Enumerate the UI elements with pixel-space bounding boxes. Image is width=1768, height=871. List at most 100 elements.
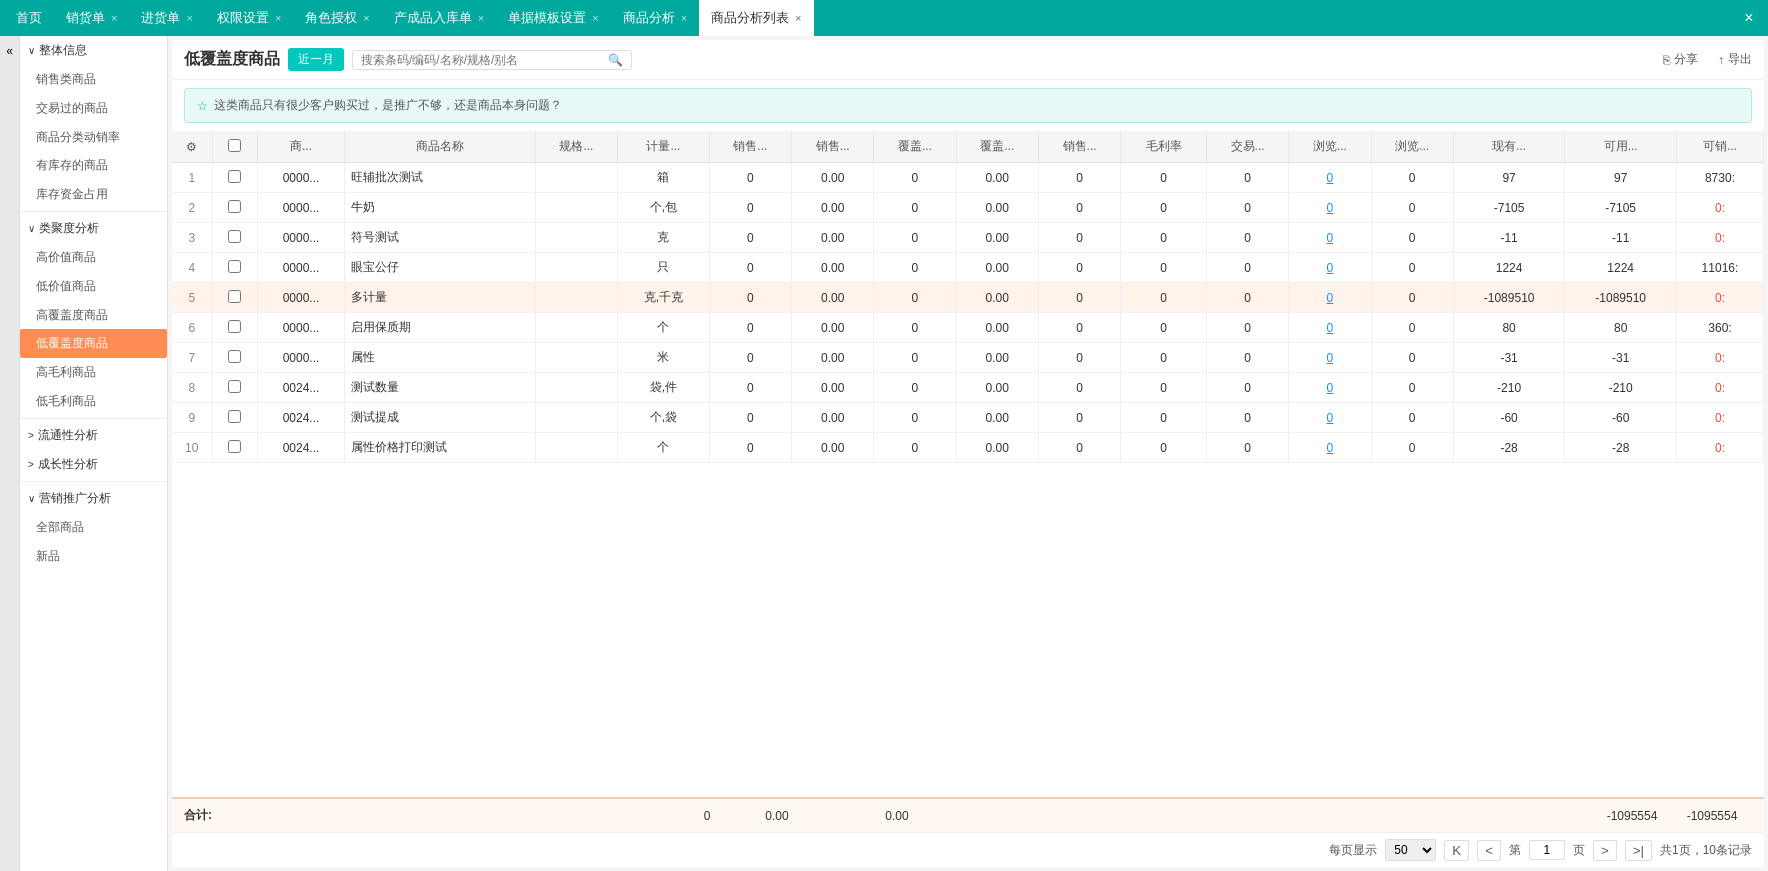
close-goods-analysis-icon[interactable]: × <box>681 12 687 24</box>
first-page-button[interactable]: K <box>1444 840 1469 861</box>
row-checkbox[interactable] <box>212 343 258 373</box>
sidebar-group-cluster[interactable]: ∨ 类聚度分析 <box>20 214 167 243</box>
sidebar-group-overview[interactable]: ∨ 整体信息 <box>20 36 167 65</box>
nav-item-role[interactable]: 角色授权 × <box>293 0 381 36</box>
row-code: 0000... <box>258 313 345 343</box>
nav-item-goods-analysis-list[interactable]: 商品分析列表 × <box>699 0 813 36</box>
row-saleable: 360: <box>1676 313 1763 343</box>
sidebar-item-high-coverage[interactable]: 高覆盖度商品 <box>20 301 167 330</box>
row-name: 旺辅批次测试 <box>345 163 536 193</box>
nav-item-sales[interactable]: 销货单 × <box>54 0 129 36</box>
sidebar-item-low-coverage[interactable]: 低覆盖度商品 <box>20 329 167 358</box>
row-cover1: 0 <box>874 193 956 223</box>
select-all-checkbox[interactable] <box>228 139 241 152</box>
col-sales-amt: 销售... <box>792 131 874 163</box>
table-row: 10 0024... 属性价格打印测试 个 0 0.00 0 0.00 0 0 … <box>172 433 1764 463</box>
row-checkbox[interactable] <box>212 433 258 463</box>
sidebar-item-traded-goods[interactable]: 交易过的商品 <box>20 94 167 123</box>
row-browse2: 0 <box>1371 163 1453 193</box>
search-box: 🔍 <box>352 50 632 70</box>
row-unit: 米 <box>618 343 710 373</box>
row-browse1[interactable]: 0 <box>1289 403 1371 433</box>
row-name: 眼宝公仔 <box>345 253 536 283</box>
row-browse1[interactable]: 0 <box>1289 433 1371 463</box>
row-num: 1 <box>172 163 212 193</box>
sidebar: ∨ 整体信息 销售类商品 交易过的商品 商品分类动销率 有库存的商品 库存资金占… <box>20 36 168 871</box>
row-browse1[interactable]: 0 <box>1289 313 1371 343</box>
row-checkbox[interactable] <box>212 313 258 343</box>
nav-item-home[interactable]: 首页 <box>4 0 54 36</box>
last-page-button[interactable]: >| <box>1625 840 1652 861</box>
nav-item-goods-analysis[interactable]: 商品分析 × <box>611 0 699 36</box>
page-title: 低覆盖度商品 <box>184 49 280 70</box>
filter-button[interactable]: 近一月 <box>288 48 344 71</box>
nav-item-production[interactable]: 产成品入库单 × <box>382 0 496 36</box>
row-checkbox[interactable] <box>212 403 258 433</box>
close-goods-list-icon[interactable]: × <box>795 12 801 24</box>
nav-item-permission[interactable]: 权限设置 × <box>205 0 293 36</box>
sidebar-item-sales-goods[interactable]: 销售类商品 <box>20 65 167 94</box>
row-checkbox[interactable] <box>212 193 258 223</box>
row-cover2: 0.00 <box>956 373 1038 403</box>
sidebar-item-new-goods[interactable]: 新品 <box>20 542 167 571</box>
search-icon[interactable]: 🔍 <box>608 53 623 67</box>
close-template-icon[interactable]: × <box>592 12 598 24</box>
settings-icon[interactable]: ⚙ <box>186 140 197 154</box>
sidebar-item-high-margin[interactable]: 高毛利商品 <box>20 358 167 387</box>
row-browse1[interactable]: 0 <box>1289 343 1371 373</box>
table-row: 1 0000... 旺辅批次测试 箱 0 0.00 0 0.00 0 0 0 0… <box>172 163 1764 193</box>
window-close-button[interactable]: × <box>1734 3 1764 33</box>
next-page-button[interactable]: > <box>1593 840 1617 861</box>
share-button[interactable]: ⎘ 分享 <box>1663 51 1698 68</box>
row-browse1[interactable]: 0 <box>1289 163 1371 193</box>
row-browse1[interactable]: 0 <box>1289 253 1371 283</box>
row-stock1: 1224 <box>1453 253 1565 283</box>
row-checkbox[interactable] <box>212 223 258 253</box>
sidebar-item-low-value[interactable]: 低价值商品 <box>20 272 167 301</box>
row-checkbox[interactable] <box>212 283 258 313</box>
close-purchase-icon[interactable]: × <box>186 12 192 24</box>
row-browse1[interactable]: 0 <box>1289 283 1371 313</box>
row-cover1: 0 <box>874 403 956 433</box>
sidebar-group-marketing[interactable]: ∨ 营销推广分析 <box>20 484 167 513</box>
sidebar-group-circulation[interactable]: > 流通性分析 <box>20 421 167 450</box>
per-page-select[interactable]: 50 100 200 <box>1385 839 1436 861</box>
total-label: 合计: <box>184 807 232 824</box>
nav-item-purchase[interactable]: 进货单 × <box>129 0 204 36</box>
prev-page-button[interactable]: < <box>1477 840 1501 861</box>
close-sales-icon[interactable]: × <box>111 12 117 24</box>
row-browse1[interactable]: 0 <box>1289 193 1371 223</box>
export-button[interactable]: ↑ 导出 <box>1718 51 1752 68</box>
col-checkbox[interactable] <box>212 131 258 163</box>
close-permission-icon[interactable]: × <box>275 12 281 24</box>
row-sales-amt: 0.00 <box>792 163 874 193</box>
table-row: 8 0024... 测试数量 袋,件 0 0.00 0 0.00 0 0 0 0… <box>172 373 1764 403</box>
col-name: 商品名称 <box>345 131 536 163</box>
sidebar-group-growth[interactable]: > 成长性分析 <box>20 450 167 479</box>
row-code: 0024... <box>258 403 345 433</box>
row-checkbox[interactable] <box>212 373 258 403</box>
row-checkbox[interactable] <box>212 163 258 193</box>
sidebar-item-low-margin[interactable]: 低毛利商品 <box>20 387 167 416</box>
sidebar-item-stock-capital[interactable]: 库存资金占用 <box>20 180 167 209</box>
row-checkbox[interactable] <box>212 253 258 283</box>
export-icon: ↑ <box>1718 53 1724 67</box>
row-browse1[interactable]: 0 <box>1289 373 1371 403</box>
close-production-icon[interactable]: × <box>478 12 484 24</box>
close-role-icon[interactable]: × <box>363 12 369 24</box>
sidebar-item-high-value[interactable]: 高价值商品 <box>20 243 167 272</box>
col-settings[interactable]: ⚙ <box>172 131 212 163</box>
sidebar-item-all-goods[interactable]: 全部商品 <box>20 513 167 542</box>
row-spec <box>535 343 617 373</box>
sidebar-collapse-button[interactable]: « <box>0 36 20 871</box>
sidebar-item-stocked-goods[interactable]: 有库存的商品 <box>20 151 167 180</box>
search-input[interactable] <box>361 53 604 67</box>
row-browse1[interactable]: 0 <box>1289 223 1371 253</box>
row-sales3: 0 <box>1038 193 1120 223</box>
sidebar-item-category-rate[interactable]: 商品分类动销率 <box>20 123 167 152</box>
col-saleable: 可销... <box>1676 131 1763 163</box>
row-browse2: 0 <box>1371 433 1453 463</box>
page-input[interactable] <box>1529 840 1565 860</box>
row-gross: 0 <box>1121 433 1207 463</box>
nav-item-template[interactable]: 单据模板设置 × <box>496 0 610 36</box>
